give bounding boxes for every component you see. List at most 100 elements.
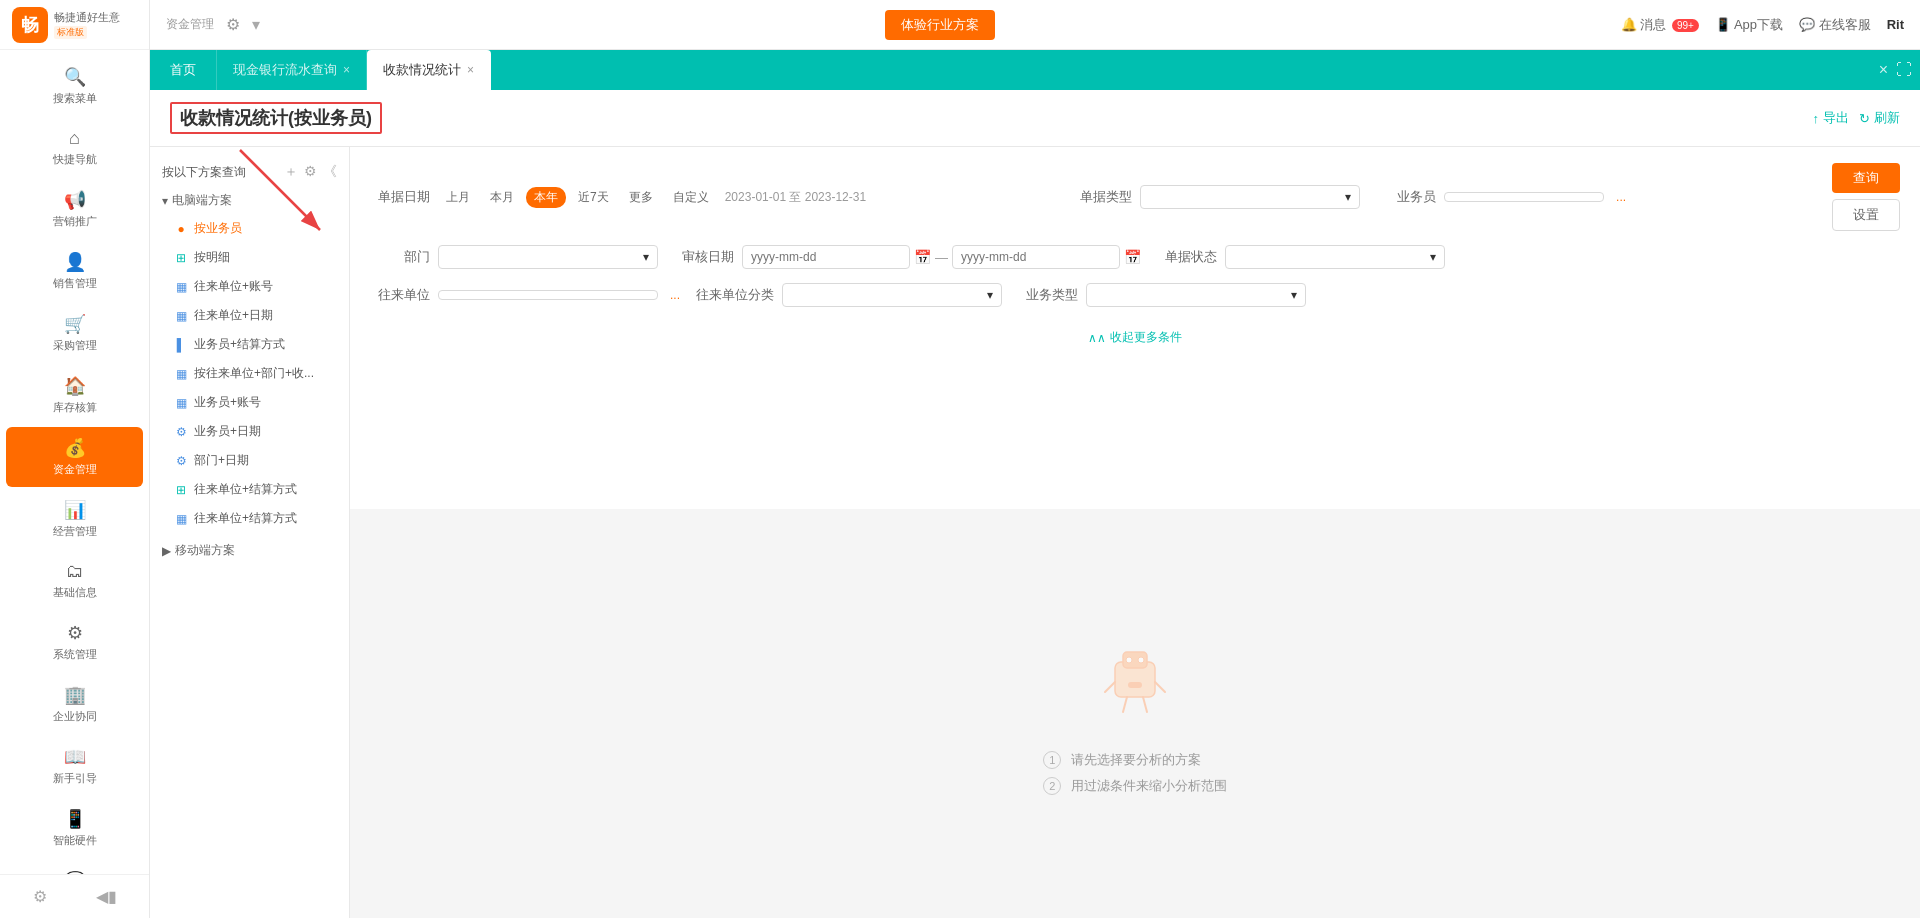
partner-more-btn[interactable]: ... [670,288,680,302]
scheme-item-salesperson-account[interactable]: ▦ 业务员+账号 [150,388,349,417]
tab-home[interactable]: 首页 [150,50,217,90]
search-icon: 🔍 [64,66,86,88]
app-download-btn[interactable]: 📱 App下载 [1715,16,1783,34]
scheme-settings-btn[interactable]: ⚙ [304,163,317,181]
tab-receipt-close[interactable]: × [467,63,474,77]
sidebar-item-basic[interactable]: 🗂 基础信息 [6,551,143,610]
sidebar-item-purchase[interactable]: 🛒 采购管理 [6,303,143,363]
scheme-item-unit-date[interactable]: ▦ 往来单位+日期 [150,301,349,330]
sidebar-item-sales[interactable]: 👤 销售管理 [6,241,143,301]
salesperson-more-btn[interactable]: ... [1616,190,1626,204]
sidebar-item-corp[interactable]: 🏢 企业协同 [6,674,143,734]
review-date-start[interactable] [742,245,910,269]
tab-bank-close[interactable]: × [343,63,350,77]
partner-select[interactable] [438,290,658,300]
sidebar-item-search[interactable]: 🔍 搜索菜单 [6,56,143,116]
date-tab-more[interactable]: 更多 [621,187,661,208]
scheme-item-salesperson-date[interactable]: ⚙ 业务员+日期 [150,417,349,446]
tab-receipt[interactable]: 收款情况统计 × [367,50,491,90]
logo-text: 畅捷通好生意 标准版 [54,10,120,40]
query-btn[interactable]: 查询 [1832,163,1900,193]
sidebar-item-inventory[interactable]: 🏠 库存核算 [6,365,143,425]
sidebar-settings-btn[interactable]: ⚙ [29,883,51,910]
scheme-item-unit-payment2[interactable]: ▦ 往来单位+结算方式 [150,504,349,533]
sidebar-collapse-btn[interactable]: ◀▮ [92,883,121,910]
date-tab-this-month[interactable]: 本月 [482,187,522,208]
sidebar-item-system[interactable]: ⚙ 系统管理 [6,612,143,672]
item-table-icon4: ▦ [174,396,188,410]
dept-select[interactable]: ▾ [438,245,658,269]
date-tab-last-month[interactable]: 上月 [438,187,478,208]
breadcrumb: 资金管理 [166,16,214,33]
sidebar-item-wechat[interactable]: 💬 企业微信 [6,860,143,874]
scheme-item-unit-payment1[interactable]: ⊞ 往来单位+结算方式 [150,475,349,504]
online-service-btn[interactable]: 💬 在线客服 [1799,16,1871,34]
sidebar-label-guide: 新手引导 [53,771,97,786]
empty-steps: 1 请先选择要分析的方案 2 用过滤条件来缩小分析范围 [1043,747,1227,799]
tab-bank[interactable]: 现金银行流水查询 × [217,50,367,90]
sidebar-item-marketing[interactable]: 📢 营销推广 [6,179,143,239]
scheme-section-mobile-title[interactable]: ▶ 移动端方案 [150,537,349,564]
sidebar-item-guide[interactable]: 📖 新手引导 [6,736,143,796]
calendar-icon-start[interactable]: 📅 [914,249,931,265]
sidebar-item-operations[interactable]: 📊 经营管理 [6,489,143,549]
filter-dept-item: 部门 ▾ [370,245,658,269]
basic-icon: 🗂 [66,561,84,582]
partner-label: 往来单位 [370,286,430,304]
doc-status-select[interactable]: ▾ [1225,245,1445,269]
date-range-display: 2023-01-01 至 2023-12-31 [725,189,866,206]
tabbar: 首页 现金银行流水查询 × 收款情况统计 × × ⛶ [150,50,1920,90]
scheme-header-label: 按以下方案查询 [162,164,246,181]
sidebar-label-inventory: 库存核算 [53,400,97,415]
biz-type-select[interactable]: ▾ [1086,283,1306,307]
sidebar-item-hardware[interactable]: 📱 智能硬件 [6,798,143,858]
scheme-item-by-detail[interactable]: ⊞ 按明细 [150,243,349,272]
sidebar-label-marketing: 营销推广 [53,214,97,229]
user-name[interactable]: Rit [1887,17,1904,32]
salesperson-select[interactable] [1444,192,1604,202]
partner-category-select[interactable]: ▾ [782,283,1002,307]
tab-close-all-icon[interactable]: × [1879,61,1888,79]
collapse-btn[interactable]: ∧∧ 收起更多条件 [1080,321,1190,354]
review-date-end[interactable] [952,245,1120,269]
date-tab-7days[interactable]: 近7天 [570,187,617,208]
refresh-btn[interactable]: ↻ 刷新 [1859,109,1900,127]
purchase-icon: 🛒 [64,313,86,335]
filter-row-dept: 部门 ▾ 审核日期 📅 — [370,245,1900,269]
collapse-label: 收起更多条件 [1110,329,1182,346]
trial-btn[interactable]: 体验行业方案 [885,10,995,40]
date-dash: — [935,250,948,265]
scheme-item-salesperson-payment[interactable]: ▌ 业务员+结算方式 [150,330,349,359]
scheme-item-by-salesperson[interactable]: ● 按业务员 [150,214,349,243]
doctype-select[interactable]: ▾ [1140,185,1360,209]
filter-partner-item: 往来单位 ... [370,286,680,304]
sidebar-item-shortcut[interactable]: ⌂ 快捷导航 [6,118,143,177]
scheme-section-pc-title[interactable]: ▾ 电脑端方案 [150,187,349,214]
scheme-item-dept-date[interactable]: ⚙ 部门+日期 [150,446,349,475]
add-scheme-btn[interactable]: ＋ [284,163,298,181]
sidebar-label-hardware: 智能硬件 [53,833,97,848]
sidebar-nav: 🔍 搜索菜单 ⌂ 快捷导航 📢 营销推广 👤 销售管理 🛒 采购管理 🏠 库存核… [0,50,149,874]
topbar-dropdown-icon[interactable]: ▾ [252,15,260,34]
date-tab-this-year[interactable]: 本年 [526,187,566,208]
tab-fullscreen-icon[interactable]: ⛶ [1896,61,1912,79]
setting-btn[interactable]: 设置 [1832,199,1900,231]
notification-area[interactable]: 🔔 消息 99+ [1621,16,1699,34]
export-btn[interactable]: ↑ 导出 [1813,109,1850,127]
filter-salesperson-item: 业务员 ... [1376,188,1626,206]
system-icon: ⚙ [67,622,83,644]
notification-label: 消息 [1640,17,1666,32]
finance-icon: 💰 [64,437,86,459]
biz-type-dropdown-icon: ▾ [1291,288,1297,302]
refresh-icon: ↻ [1859,111,1870,126]
scheme-item-unit-account[interactable]: ▦ 往来单位+账号 [150,272,349,301]
scheme-collapse-btn[interactable]: 《 [323,163,337,181]
calendar-icon-end[interactable]: 📅 [1124,249,1141,265]
scheme-item-unit-dept[interactable]: ▦ 按往来单位+部门+收... [150,359,349,388]
sidebar-label-finance: 资金管理 [53,462,97,477]
date-tab-custom[interactable]: 自定义 [665,187,717,208]
sidebar-item-finance[interactable]: 💰 资金管理 [6,427,143,487]
tabbar-right: × ⛶ [1879,61,1920,79]
topbar-gear-icon[interactable]: ⚙ [226,15,240,34]
mobile-section-label: 移动端方案 [175,542,235,559]
